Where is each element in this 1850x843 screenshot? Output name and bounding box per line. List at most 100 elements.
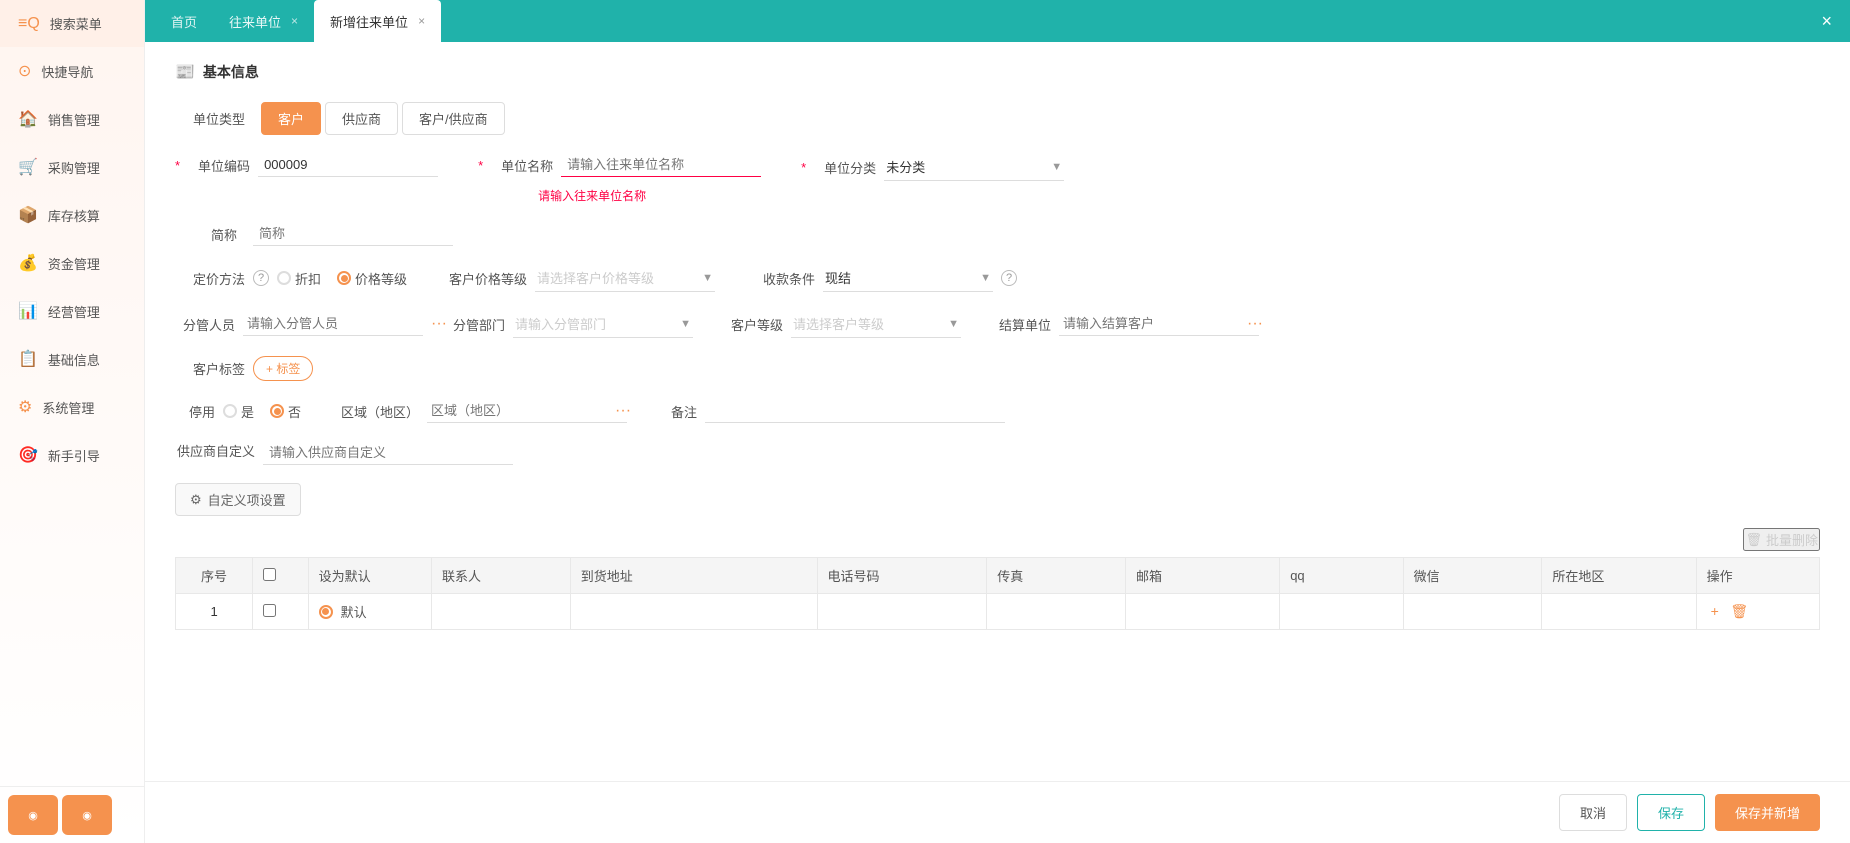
manager-row: 分管人员 ··· 分管部门 请输入分管部门 ▼ 客户等级 请选择客户等级 ▼: [175, 310, 1820, 338]
td-fax[interactable]: [987, 594, 1126, 630]
settlement-label: 结算单位: [991, 315, 1051, 334]
sidebar-footer: ◉ ◉: [0, 786, 144, 843]
pricing-help-icon[interactable]: ?: [253, 270, 269, 286]
manager-dots[interactable]: ···: [431, 315, 447, 333]
payment-terms-select[interactable]: 现结 ▼: [823, 264, 993, 292]
unit-code-required: *: [175, 158, 180, 173]
tab-partners-close[interactable]: ×: [291, 14, 298, 28]
sidebar-footer-btn2[interactable]: ◉: [62, 795, 112, 835]
sidebar-footer-btn1[interactable]: ◉: [8, 795, 58, 835]
unit-name-error: 请输入往来单位名称: [538, 187, 646, 204]
sidebar-item-purchase[interactable]: 🛒 采购管理: [0, 143, 144, 191]
payment-terms-help-icon[interactable]: ?: [1001, 270, 1017, 286]
sidebar-item-basic[interactable]: 📋 基础信息: [0, 335, 144, 383]
sidebar-item-sales[interactable]: 🏠 销售管理: [0, 95, 144, 143]
radio-no[interactable]: 否: [270, 402, 301, 421]
settlement-dots[interactable]: ···: [1247, 315, 1263, 333]
supplier-custom-input[interactable]: [263, 441, 513, 465]
radio-discount[interactable]: 折扣: [277, 269, 321, 288]
radio-price-level[interactable]: 价格等级: [337, 269, 407, 288]
th-phone: 电话号码: [817, 558, 987, 594]
save-and-new-button[interactable]: 保存并新增: [1715, 794, 1820, 831]
email-input[interactable]: [1136, 604, 1269, 619]
tab-partners[interactable]: 往来单位 ×: [213, 0, 314, 42]
region-input-group: ···: [427, 399, 627, 423]
td-seq: 1: [176, 594, 253, 630]
wechat-input[interactable]: [1414, 604, 1532, 619]
sidebar-item-quick-nav[interactable]: ⊙ 快捷导航: [0, 47, 144, 95]
price-level-select[interactable]: 请选择客户价格等级 ▼: [535, 264, 715, 292]
td-area[interactable]: [1542, 594, 1696, 630]
section-icon: 📰: [175, 62, 195, 82]
td-email[interactable]: [1125, 594, 1279, 630]
btn-customer[interactable]: 客户: [261, 102, 321, 135]
fax-input[interactable]: [997, 604, 1115, 619]
batch-delete-label: 批量删除: [1766, 530, 1818, 549]
disable-radio-group: 是 否: [223, 402, 301, 421]
custom-settings-btn[interactable]: ⚙ 自定义项设置: [175, 483, 301, 516]
sidebar-label-inventory: 库存核算: [48, 206, 100, 225]
contact-input[interactable]: [442, 604, 560, 619]
unit-category-select[interactable]: 未分类 ▼: [884, 153, 1064, 181]
td-qq[interactable]: [1280, 594, 1403, 630]
cancel-button[interactable]: 取消: [1559, 794, 1627, 831]
td-contact[interactable]: [432, 594, 571, 630]
cust-level-select[interactable]: 请选择客户等级 ▼: [791, 310, 961, 338]
area-input[interactable]: [1552, 604, 1685, 619]
unit-category-chevron: ▼: [1051, 161, 1062, 173]
td-checkbox[interactable]: [253, 594, 309, 630]
short-name-input[interactable]: [253, 222, 453, 246]
close-all-tabs[interactable]: ×: [1813, 11, 1840, 32]
sidebar-item-inventory[interactable]: 📦 库存核算: [0, 191, 144, 239]
settlement-input[interactable]: [1059, 312, 1243, 335]
select-all-checkbox[interactable]: [263, 568, 276, 581]
manager-input[interactable]: [243, 312, 427, 335]
th-action: 操作: [1696, 558, 1819, 594]
td-phone[interactable]: [817, 594, 987, 630]
price-level-chevron: ▼: [702, 272, 713, 284]
td-wechat[interactable]: [1403, 594, 1542, 630]
th-contact: 联系人: [432, 558, 571, 594]
remark-label: 备注: [667, 402, 697, 421]
default-radio[interactable]: 默认: [319, 602, 421, 621]
remark-input[interactable]: [705, 399, 1005, 423]
row-checkbox[interactable]: [263, 604, 276, 617]
th-address: 到货地址: [570, 558, 817, 594]
dept-select[interactable]: 请输入分管部门 ▼: [513, 310, 693, 338]
btn-supplier[interactable]: 供应商: [325, 102, 398, 135]
tab-home[interactable]: 首页: [155, 0, 213, 42]
system-icon: ⚙: [18, 397, 32, 417]
sidebar-item-finance[interactable]: 💰 资金管理: [0, 239, 144, 287]
save-button[interactable]: 保存: [1637, 794, 1705, 831]
add-row-btn[interactable]: +: [1711, 603, 1719, 619]
short-name-row: 简称: [175, 222, 1820, 246]
unit-name-input[interactable]: [561, 153, 761, 177]
phone-input[interactable]: [828, 604, 977, 619]
address-input[interactable]: [581, 604, 807, 619]
table-row: 1 默认: [176, 594, 1820, 630]
tab-new-partner-close[interactable]: ×: [418, 14, 425, 28]
guide-icon: 🎯: [18, 445, 38, 465]
settlement-input-group: ···: [1059, 312, 1259, 336]
batch-delete-btn[interactable]: 🗑 批量删除: [1743, 528, 1820, 551]
search-icon: ≡Q: [18, 15, 40, 33]
disable-region-row: 停用 是 否 区域（地区）: [175, 399, 1820, 423]
region-dots[interactable]: ···: [615, 402, 631, 420]
add-tag-button[interactable]: + 标签: [253, 356, 313, 381]
tab-new-partner[interactable]: 新增往来单位 ×: [314, 0, 441, 42]
qq-input[interactable]: [1290, 604, 1392, 619]
sidebar-item-system[interactable]: ⚙ 系统管理: [0, 383, 144, 431]
sidebar-item-operations[interactable]: 📊 经营管理: [0, 287, 144, 335]
sidebar-item-guide[interactable]: 🎯 新手引导: [0, 431, 144, 479]
delete-row-btn[interactable]: 🗑: [1730, 603, 1748, 619]
btn-both[interactable]: 客户/供应商: [402, 102, 505, 135]
cust-level-label: 客户等级: [723, 315, 783, 334]
td-address[interactable]: [570, 594, 817, 630]
unit-category-label: 单位分类: [816, 158, 876, 177]
th-checkbox: [253, 558, 309, 594]
unit-code-input[interactable]: [258, 153, 438, 177]
sidebar-item-search[interactable]: ≡Q 搜索菜单: [0, 0, 144, 47]
region-input[interactable]: [427, 399, 611, 422]
default-radio-label: 默认: [341, 602, 367, 621]
radio-yes[interactable]: 是: [223, 402, 254, 421]
